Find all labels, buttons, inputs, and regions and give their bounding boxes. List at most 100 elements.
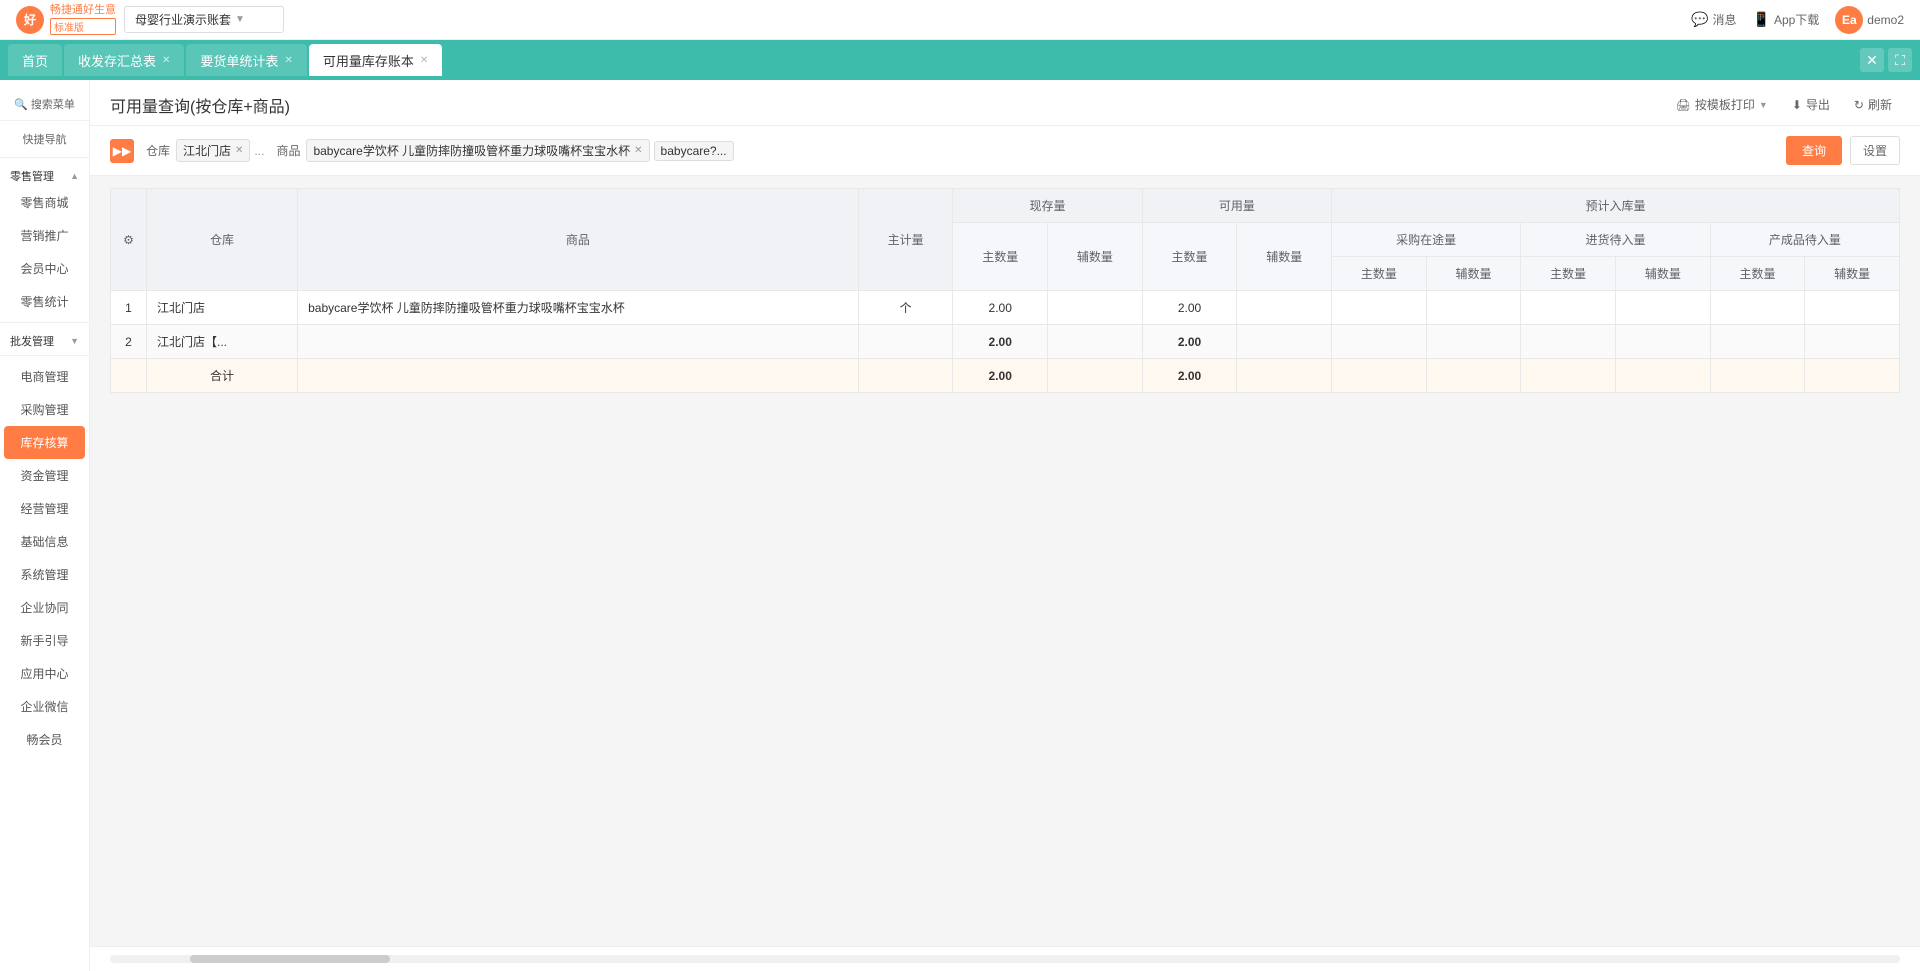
table-unit-col: 主计量 — [858, 189, 953, 291]
subtotal-unit — [858, 325, 953, 359]
tab-order-stats[interactable]: 要货单统计表 ✕ — [186, 44, 306, 76]
footer-prod-main — [1710, 359, 1805, 393]
sidebar-item-finance[interactable]: 资金管理 — [0, 459, 89, 492]
tab-available-stock[interactable]: 可用量库存账本 ✕ — [309, 44, 442, 76]
table-row: 1 江北门店 babycare学饮杯 儿童防摔防撞吸管杯重力球吸嘴杯宝宝水杯 个… — [111, 291, 1900, 325]
footer-prod-aux — [1805, 359, 1900, 393]
footer-empty-1 — [111, 359, 147, 393]
table-p-pending-main: 主数量 — [1521, 257, 1616, 291]
tab-home[interactable]: 首页 — [8, 44, 62, 76]
print-label: 按模板打印 — [1695, 96, 1755, 113]
content-area: 可用量查询(按仓库+商品) 🖨 按模板打印 ▼ ⬇ 导出 ↻ 刷新 ▶▶ — [90, 80, 1920, 971]
chevron-up-icon: ▲ — [70, 171, 79, 181]
sidebar-item-collab[interactable]: 企业协同 — [0, 591, 89, 624]
warehouse-tag-remove[interactable]: ✕ — [235, 145, 243, 156]
table-purchase-transit-header: 采购在途量 — [1332, 223, 1521, 257]
sidebar-item-system[interactable]: 系统管理 — [0, 558, 89, 591]
footer-empty-2 — [298, 359, 859, 393]
message-btn[interactable]: 💬 消息 — [1691, 11, 1736, 28]
warehouse-tag-value: 江北门店 — [183, 142, 231, 159]
logo-area: 好 畅捷通好生意 标准版 — [16, 4, 116, 34]
company-selector[interactable]: 母婴行业演示账套 ▼ — [124, 6, 284, 33]
sidebar-item-appcenter[interactable]: 应用中心 — [0, 657, 89, 690]
row-stock-main: 2.00 — [953, 291, 1048, 325]
horizontal-scroll-thumb[interactable] — [190, 955, 390, 963]
sidebar-item-inventory[interactable]: 库存核算 — [4, 426, 85, 459]
row-pur-transit-aux — [1426, 291, 1521, 325]
sidebar: 🔍 搜索菜单 快捷导航 零售管理 ▲ 零售商城 营销推广 会员中心 零售统计 批… — [0, 80, 90, 971]
tab-order-stats-close[interactable]: ✕ — [284, 55, 292, 66]
product-filter: 商品 babycare学饮杯 儿童防摔防撞吸管杯重力球吸嘴杯宝宝水杯 ✕ bab… — [276, 139, 733, 162]
query-btn[interactable]: 查询 — [1786, 136, 1842, 165]
subtotal-avail-aux — [1237, 325, 1332, 359]
subtotal-warehouse: 江北门店【... — [147, 325, 298, 359]
tab-available-stock-close[interactable]: ✕ — [420, 55, 428, 66]
row-prod-aux — [1805, 291, 1900, 325]
sidebar-item-operations[interactable]: 经营管理 — [0, 492, 89, 525]
row-pur-transit-main — [1332, 291, 1427, 325]
table-p-pending-aux: 辅数量 — [1616, 257, 1711, 291]
print-btn[interactable]: 🖨 按模板打印 ▼ — [1668, 92, 1776, 117]
tab-available-stock-label: 可用量库存账本 — [323, 51, 414, 70]
logo-text-line1: 畅捷通好生意 — [50, 4, 116, 17]
refresh-icon: ↻ — [1854, 98, 1864, 112]
table-available-aux-col: 辅数量 — [1237, 223, 1332, 291]
product-tag-2-value: babycare?... — [661, 144, 727, 158]
table-stock-aux-col: 辅数量 — [1048, 223, 1143, 291]
app-download-btn[interactable]: 📱 App下载 — [1753, 11, 1820, 28]
sidebar-item-member[interactable]: 畅会员 — [0, 723, 89, 756]
horizontal-scroll-track[interactable] — [110, 955, 1900, 963]
user-avatar-letter: Ea — [1842, 13, 1857, 27]
user-menu[interactable]: Ea demo2 — [1835, 6, 1904, 34]
table-p-transit-main: 主数量 — [1332, 257, 1427, 291]
app-download-label: App下载 — [1774, 11, 1819, 28]
row-incoming-aux — [1616, 291, 1711, 325]
sidebar-item-ecommerce[interactable]: 电商管理 — [0, 360, 89, 393]
sidebar-item-newguide[interactable]: 新手引导 — [0, 624, 89, 657]
subtotal-prod-main — [1710, 325, 1805, 359]
export-btn[interactable]: ⬇ 导出 — [1784, 92, 1838, 117]
sidebar-item-corpwechat[interactable]: 企业微信 — [0, 690, 89, 723]
sidebar-divider-2 — [0, 322, 89, 323]
logo-icon: 好 — [16, 6, 44, 34]
filter-more-indicator[interactable]: ... — [254, 144, 264, 158]
row-prod-main — [1710, 291, 1805, 325]
tab-receipts[interactable]: 收发存汇总表 ✕ — [64, 44, 184, 76]
footer-stock-main: 2.00 — [953, 359, 1048, 393]
sidebar-item-retail-mall[interactable]: 零售商城 — [0, 186, 89, 219]
sidebar-quick-nav[interactable]: 快捷导航 — [0, 125, 89, 153]
sidebar-item-retail-stats[interactable]: 零售统计 — [0, 285, 89, 318]
table-stock-header: 现存量 — [953, 189, 1142, 223]
product-tag-1[interactable]: babycare学饮杯 儿童防摔防撞吸管杯重力球吸嘴杯宝宝水杯 ✕ — [306, 139, 649, 162]
close-all-tabs-btn[interactable]: ✕ — [1860, 48, 1884, 72]
table-planned-header: 预计入库量 — [1332, 189, 1900, 223]
warehouse-tag[interactable]: 江北门店 ✕ — [176, 139, 250, 162]
row-index: 1 — [111, 291, 147, 325]
export-label: 导出 — [1806, 96, 1830, 113]
sidebar-item-members[interactable]: 会员中心 — [0, 252, 89, 285]
search-icon: 🔍 — [14, 99, 28, 111]
refresh-btn[interactable]: ↻ 刷新 — [1846, 92, 1900, 117]
settings-btn[interactable]: 设置 — [1850, 136, 1900, 165]
filter-expand-btn[interactable]: ▶▶ — [110, 139, 134, 163]
product-tag-1-remove[interactable]: ✕ — [634, 145, 642, 156]
tab-receipts-close[interactable]: ✕ — [162, 55, 170, 66]
message-label: 消息 — [1712, 11, 1736, 28]
phone-icon: 📱 — [1753, 11, 1770, 28]
top-bar: 好 畅捷通好生意 标准版 母婴行业演示账套 ▼ 💬 消息 📱 App下载 Ea … — [0, 0, 1920, 40]
page-title: 可用量查询(按仓库+商品) — [110, 93, 290, 117]
sidebar-quick-nav-label: 快捷导航 — [23, 134, 67, 146]
user-avatar: Ea — [1835, 6, 1863, 34]
sidebar-item-purchase[interactable]: 采购管理 — [0, 393, 89, 426]
top-bar-right: 💬 消息 📱 App下载 Ea demo2 — [1691, 6, 1904, 34]
sidebar-item-retail[interactable]: 零售管理 ▲ — [0, 162, 89, 186]
sidebar-search[interactable]: 🔍 搜索菜单 — [0, 88, 89, 121]
fullscreen-btn[interactable]: ⛶ — [1888, 48, 1912, 72]
sidebar-item-wholesale[interactable]: 批发管理 ▼ — [0, 327, 89, 351]
sidebar-item-basic-info[interactable]: 基础信息 — [0, 525, 89, 558]
user-name: demo2 — [1867, 13, 1904, 27]
edition-badge: 标准版 — [50, 18, 116, 35]
product-tag-2[interactable]: babycare?... — [654, 141, 734, 161]
sidebar-divider-3 — [0, 355, 89, 356]
sidebar-item-marketing[interactable]: 营销推广 — [0, 219, 89, 252]
